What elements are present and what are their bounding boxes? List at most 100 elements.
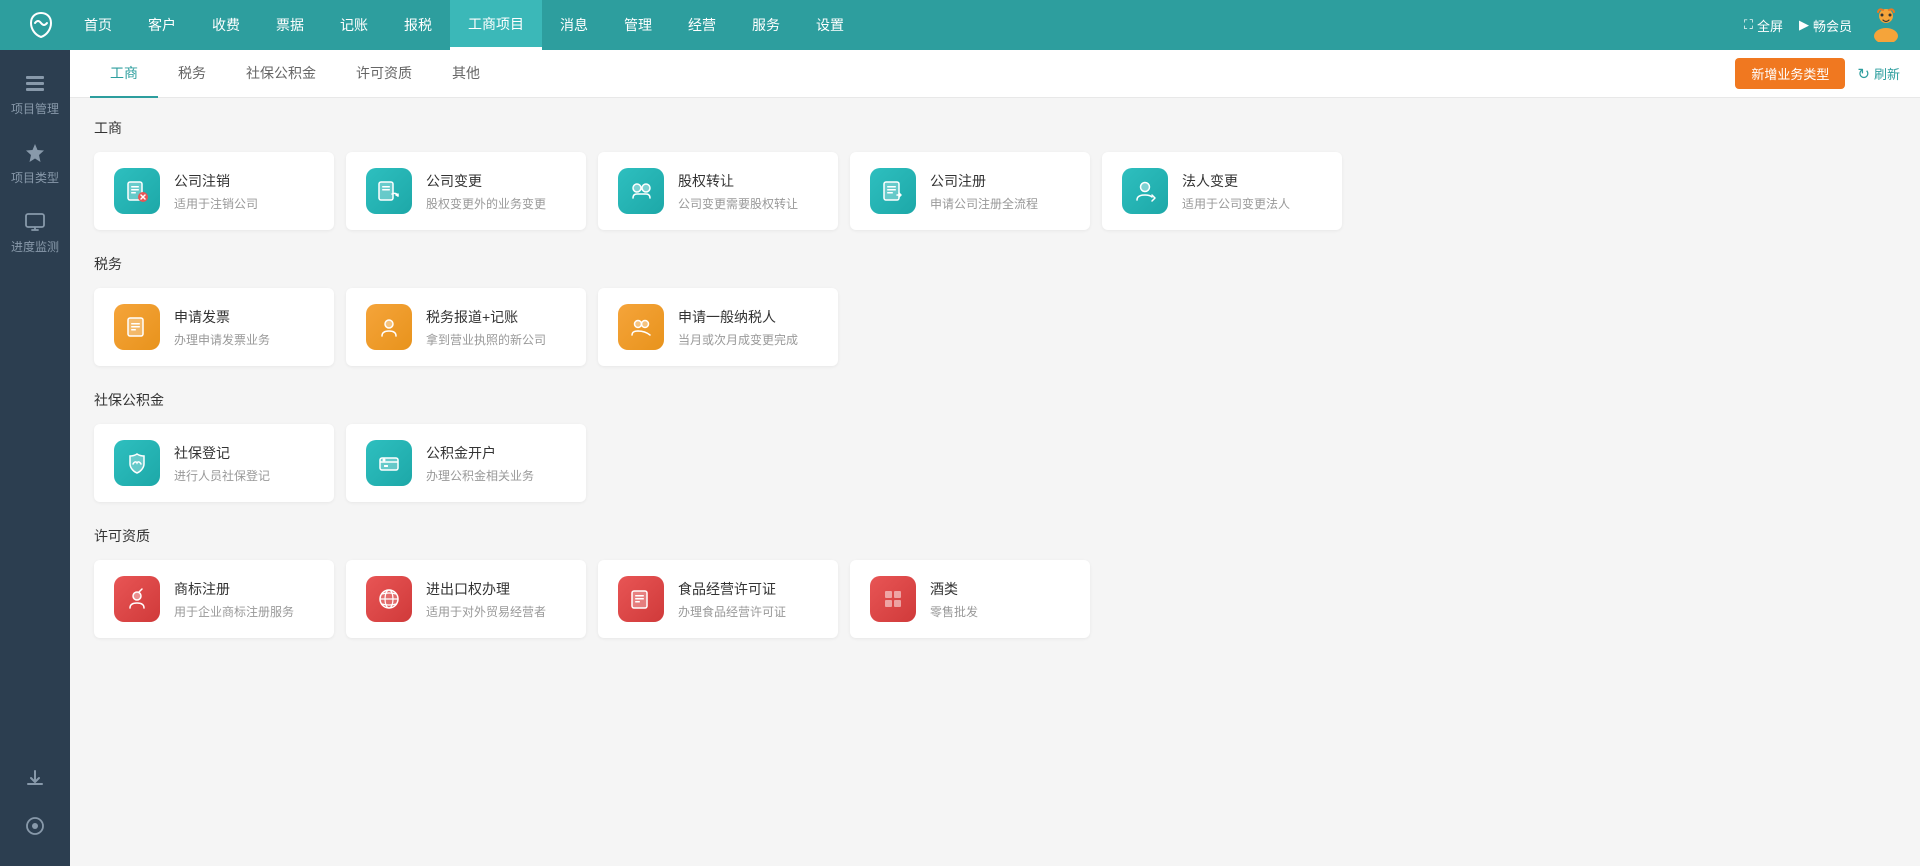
card-company-register[interactable]: 公司注册 申请公司注册全流程 <box>850 152 1090 230</box>
logo <box>16 0 66 50</box>
card-liquor-text: 酒类 零售批发 <box>930 579 978 620</box>
card-company-register-text: 公司注册 申请公司注册全流程 <box>930 171 1038 212</box>
tabs: 工商 税务 社保公积金 许可资质 其他 <box>90 50 500 98</box>
nav-settings[interactable]: 设置 <box>798 0 862 50</box>
nav-customer[interactable]: 客户 <box>130 0 194 50</box>
nav-manage[interactable]: 管理 <box>606 0 670 50</box>
play-icon: ▶ <box>1799 17 1809 33</box>
provident-fund-icon <box>366 440 412 486</box>
tab-actions: 新增业务类型 ↻ 刷新 <box>1735 58 1900 89</box>
nav-service[interactable]: 服务 <box>734 0 798 50</box>
card-provident-fund[interactable]: 公积金开户 办理公积金相关业务 <box>346 424 586 502</box>
nav-fee[interactable]: 收费 <box>194 0 258 50</box>
tab-business[interactable]: 工商 <box>90 50 158 98</box>
company-register-icon <box>870 168 916 214</box>
section-title-shebao: 社保公积金 <box>94 390 1896 410</box>
card-company-cancel-text: 公司注销 适用于注销公司 <box>174 171 258 212</box>
fullscreen-btn[interactable]: ⛶ 全屏 <box>1744 16 1783 35</box>
invoice-icon <box>114 304 160 350</box>
card-company-change-text: 公司变更 股权变更外的业务变更 <box>426 171 546 212</box>
section-title-shuiwu: 税务 <box>94 254 1896 274</box>
headset-icon <box>23 814 47 838</box>
sidebar-support[interactable] <box>0 802 70 850</box>
section-title-gongshang: 工商 <box>94 118 1896 138</box>
tax-report-icon <box>366 304 412 350</box>
nav-right: ⛶ 全屏 ▶ 畅会员 <box>1744 6 1904 45</box>
card-legal-change-text: 法人变更 适用于公司变更法人 <box>1182 171 1290 212</box>
section-title-xuke: 许可资质 <box>94 526 1896 546</box>
content-area: 工商 税务 社保公积金 许可资质 其他 新增业务类型 ↻ 刷新 工商 <box>70 50 1920 866</box>
list-icon <box>23 72 47 96</box>
card-social-insurance-text: 社保登记 进行人员社保登记 <box>174 443 270 484</box>
nav-account[interactable]: 记账 <box>322 0 386 50</box>
card-invoice-text: 申请发票 办理申请发票业务 <box>174 307 270 348</box>
sidebar-item-project-type[interactable]: 项目类型 <box>0 129 70 198</box>
card-equity-transfer[interactable]: 股权转让 公司变更需要股权转让 <box>598 152 838 230</box>
card-food-license[interactable]: 食品经营许可证 办理食品经营许可证 <box>598 560 838 638</box>
import-export-icon <box>366 576 412 622</box>
main-layout: 项目管理 项目类型 进度监测 <box>0 50 1920 866</box>
cards-shuiwu: 申请发票 办理申请发票业务 税务报道+记账 <box>94 288 1896 366</box>
section-gongshang: 工商 <box>94 118 1896 230</box>
cards-xuke: 商标注册 用于企业商标注册服务 <box>94 560 1896 638</box>
card-tax-report-text: 税务报道+记账 拿到营业执照的新公司 <box>426 307 546 348</box>
tab-tax[interactable]: 税务 <box>158 50 226 98</box>
nav-home[interactable]: 首页 <box>66 0 130 50</box>
cards-shebao: 社保登记 进行人员社保登记 <box>94 424 1896 502</box>
avatar <box>1868 6 1904 45</box>
card-trademark[interactable]: 商标注册 用于企业商标注册服务 <box>94 560 334 638</box>
equity-transfer-icon <box>618 168 664 214</box>
card-liquor[interactable]: 酒类 零售批发 <box>850 560 1090 638</box>
refresh-button[interactable]: ↻ 刷新 <box>1857 64 1900 83</box>
card-equity-transfer-text: 股权转让 公司变更需要股权转让 <box>678 171 798 212</box>
refresh-icon: ↻ <box>1857 65 1870 83</box>
tab-other[interactable]: 其他 <box>432 50 500 98</box>
card-invoice[interactable]: 申请发票 办理申请发票业务 <box>94 288 334 366</box>
general-taxpayer-icon <box>618 304 664 350</box>
tab-license[interactable]: 许可资质 <box>336 50 432 98</box>
star-icon <box>23 141 47 165</box>
fullscreen-icon: ⛶ <box>1744 17 1753 33</box>
nav-operate[interactable]: 经营 <box>670 0 734 50</box>
card-provident-fund-text: 公积金开户 办理公积金相关业务 <box>426 443 534 484</box>
cards-gongshang: 公司注销 适用于注销公司 <box>94 152 1896 230</box>
member-btn[interactable]: ▶ 畅会员 <box>1799 16 1852 35</box>
sidebar: 项目管理 项目类型 进度监测 <box>0 50 70 866</box>
company-cancel-icon <box>114 168 160 214</box>
section-xuke: 许可资质 商标注册 用于企业商标注册服务 <box>94 526 1896 638</box>
section-shebao: 社保公积金 社保登记 进行人员社保登记 <box>94 390 1896 502</box>
sidebar-bottom <box>0 754 70 866</box>
card-general-taxpayer-text: 申请一般纳税人 当月或次月成变更完成 <box>678 307 798 348</box>
legal-change-icon <box>1122 168 1168 214</box>
liquor-icon <box>870 576 916 622</box>
sidebar-download[interactable] <box>0 754 70 802</box>
card-social-insurance[interactable]: 社保登记 进行人员社保登记 <box>94 424 334 502</box>
card-legal-change[interactable]: 法人变更 适用于公司变更法人 <box>1102 152 1342 230</box>
sidebar-item-project-mgmt[interactable]: 项目管理 <box>0 60 70 129</box>
card-import-export[interactable]: 进出口权办理 适用于对外贸易经营者 <box>346 560 586 638</box>
sidebar-item-progress[interactable]: 进度监测 <box>0 198 70 267</box>
food-license-icon <box>618 576 664 622</box>
nav-message[interactable]: 消息 <box>542 0 606 50</box>
card-company-change[interactable]: 公司变更 股权变更外的业务变更 <box>346 152 586 230</box>
nav-business[interactable]: 工商项目 <box>450 0 542 50</box>
tab-bar: 工商 税务 社保公积金 许可资质 其他 新增业务类型 ↻ 刷新 <box>70 50 1920 98</box>
card-import-export-text: 进出口权办理 适用于对外贸易经营者 <box>426 579 546 620</box>
card-trademark-text: 商标注册 用于企业商标注册服务 <box>174 579 294 620</box>
card-food-license-text: 食品经营许可证 办理食品经营许可证 <box>678 579 786 620</box>
section-shuiwu: 税务 申请发票 办理申请发票 <box>94 254 1896 366</box>
top-nav: 首页 客户 收费 票据 记账 报税 工商项目 消息 管理 经营 服务 设置 ⛶ … <box>0 0 1920 50</box>
trademark-icon <box>114 576 160 622</box>
nav-bill[interactable]: 票据 <box>258 0 322 50</box>
download-icon <box>23 766 47 790</box>
nav-tax[interactable]: 报税 <box>386 0 450 50</box>
monitor-icon <box>23 210 47 234</box>
scroll-content: 工商 <box>70 98 1920 866</box>
tab-social-insurance[interactable]: 社保公积金 <box>226 50 336 98</box>
add-type-button[interactable]: 新增业务类型 <box>1735 58 1845 89</box>
social-insurance-icon <box>114 440 160 486</box>
card-general-taxpayer[interactable]: 申请一般纳税人 当月或次月成变更完成 <box>598 288 838 366</box>
card-company-cancel[interactable]: 公司注销 适用于注销公司 <box>94 152 334 230</box>
nav-items: 首页 客户 收费 票据 记账 报税 工商项目 消息 管理 经营 服务 设置 <box>66 0 1744 50</box>
card-tax-report[interactable]: 税务报道+记账 拿到营业执照的新公司 <box>346 288 586 366</box>
